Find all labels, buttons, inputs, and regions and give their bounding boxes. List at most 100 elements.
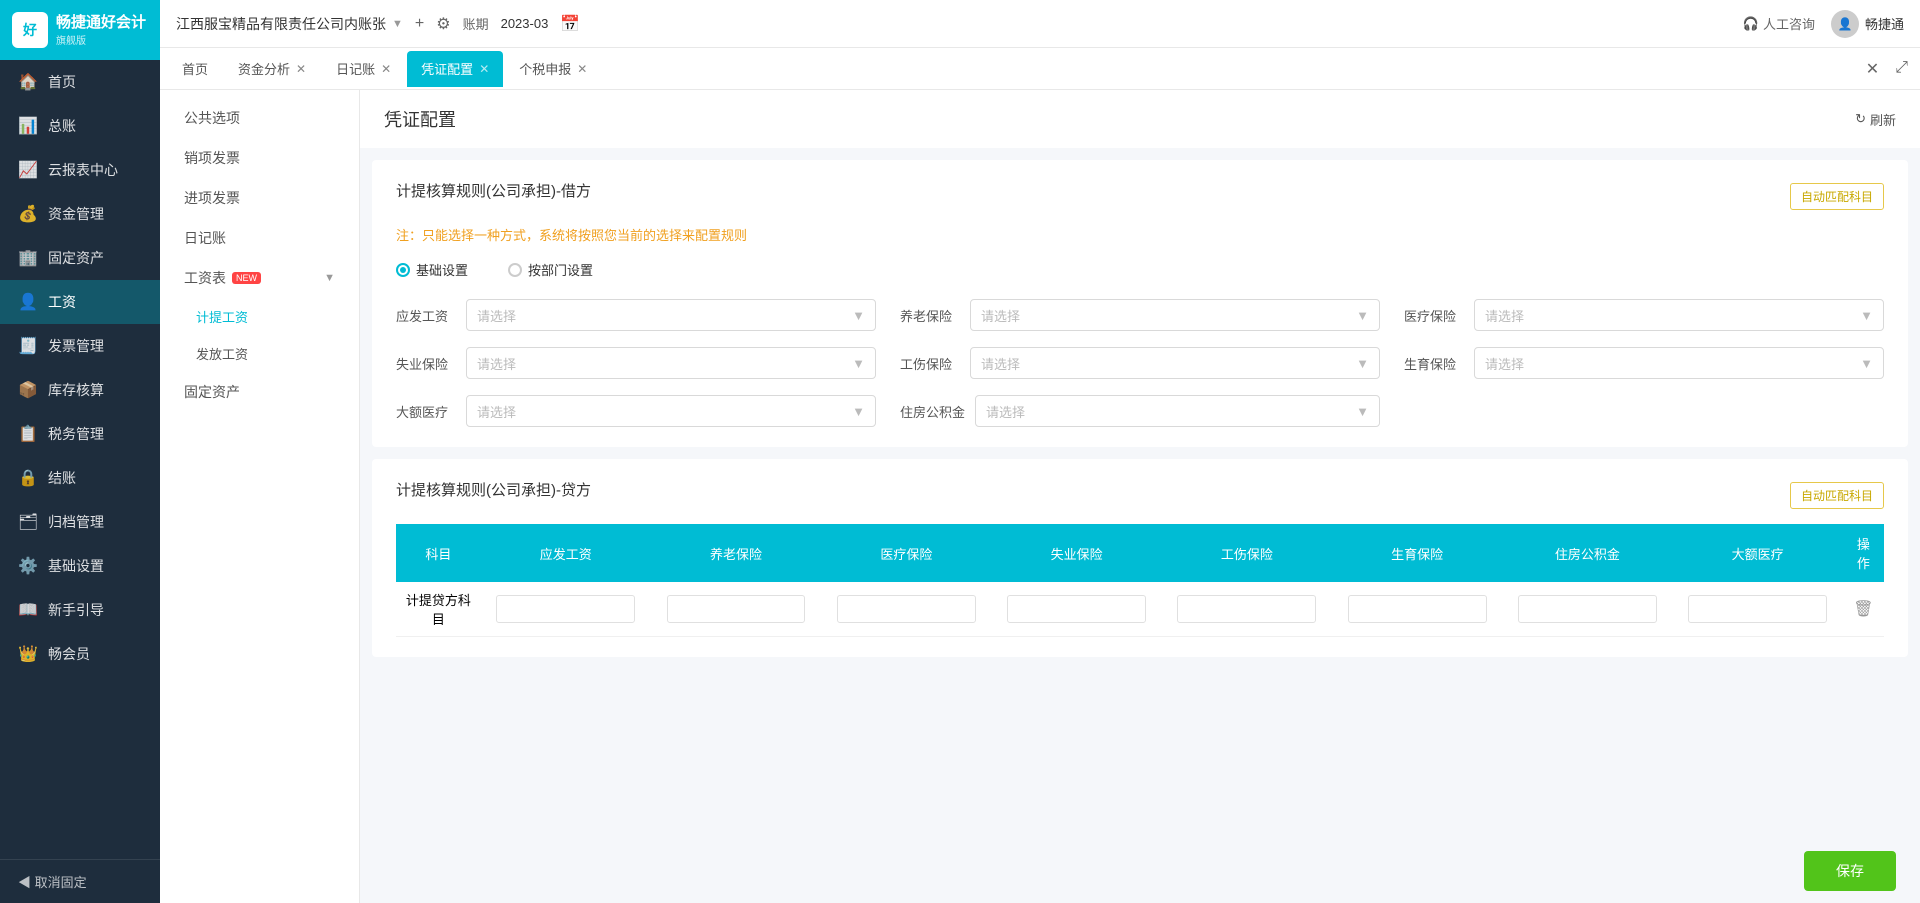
tab-tax-report-label: 个税申报: [519, 59, 571, 78]
sidebar-item-invoice[interactable]: 🧾 发票管理: [0, 324, 160, 368]
panel-item-sales-invoice[interactable]: 销项发票: [160, 138, 359, 178]
sidebar-item-label: 基础设置: [48, 556, 104, 576]
tab-voucher-config[interactable]: 凭证配置 ✕: [407, 51, 503, 87]
sidebar-item-tax[interactable]: 📋 税务管理: [0, 412, 160, 456]
panel-sub-item-pay-salary[interactable]: 发放工资: [160, 335, 359, 372]
cancel-fixed-label: ◀ 取消固定: [18, 872, 87, 891]
chevron-down-icon: ▼: [1860, 356, 1873, 371]
cell-input-unemployment[interactable]: [1007, 595, 1146, 623]
company-selector[interactable]: 江西服宝精品有限责任公司内账张 ▼: [176, 14, 403, 34]
tab-home[interactable]: 首页: [168, 51, 222, 87]
cell-housing-fund[interactable]: [1502, 582, 1672, 637]
medical-select[interactable]: 请选择 ▼: [1474, 299, 1884, 331]
archive-icon: 🗂: [18, 512, 38, 532]
avatar: 👤: [1831, 10, 1859, 38]
panel-item-salary-table[interactable]: 工资表 NEW ▼: [160, 258, 359, 298]
cell-input-apply-salary[interactable]: [496, 595, 635, 623]
close-tab-fund[interactable]: ✕: [296, 62, 306, 76]
pension-select[interactable]: 请选择 ▼: [970, 299, 1380, 331]
calendar-icon[interactable]: 📅: [560, 14, 580, 34]
cell-maternity[interactable]: [1332, 582, 1502, 637]
tab-journal[interactable]: 日记账 ✕: [322, 51, 405, 87]
placeholder-text: 请选择: [981, 306, 1020, 325]
period-value: 2023-03: [501, 16, 549, 31]
sidebar-item-fund[interactable]: 💰 资金管理: [0, 192, 160, 236]
panel-item-journal[interactable]: 日记账: [160, 218, 359, 258]
unemployment-select[interactable]: 请选择 ▼: [466, 347, 876, 379]
cell-input-large-medical[interactable]: [1688, 595, 1827, 623]
refresh-button[interactable]: ↻ 刷新: [1855, 110, 1896, 129]
sidebar-item-settings[interactable]: ⚙️ 基础设置: [0, 544, 160, 588]
field-label: 大额医疗: [396, 402, 456, 421]
radio-basic[interactable]: 基础设置: [396, 260, 468, 279]
tab-voucher-config-label: 凭证配置: [421, 59, 473, 78]
sidebar-item-label: 税务管理: [48, 424, 104, 444]
sidebar-item-archive[interactable]: 🗂 归档管理: [0, 500, 160, 544]
work-injury-select[interactable]: 请选择 ▼: [970, 347, 1380, 379]
settings-icon[interactable]: ⚙: [436, 14, 450, 34]
field-label: 生育保险: [1404, 354, 1464, 373]
sidebar-item-member[interactable]: 👑 畅会员: [0, 632, 160, 676]
auto-match-button-2[interactable]: 自动匹配科目: [1790, 482, 1884, 509]
sidebar-item-salary[interactable]: 👤 工资: [0, 280, 160, 324]
sidebar-item-guide[interactable]: 📖 新手引导: [0, 588, 160, 632]
housing-fund-select[interactable]: 请选择 ▼: [975, 395, 1380, 427]
user-area[interactable]: 👤 畅捷通: [1831, 10, 1904, 38]
chevron-down-icon: ▼: [852, 404, 865, 419]
credit-table: 科目 应发工资 养老保险 医疗保险 失业保险 工伤保险 生育保险 住房公积金 大…: [396, 524, 1884, 637]
sidebar-item-label: 库存核算: [48, 380, 104, 400]
cancel-fixed-button[interactable]: ◀ 取消固定: [0, 859, 160, 903]
sidebar-item-assets[interactable]: 🏢 固定资产: [0, 236, 160, 280]
cell-input-medical[interactable]: [837, 595, 976, 623]
radio-by-dept[interactable]: 按部门设置: [508, 260, 593, 279]
panel-item-label: 工资表: [184, 268, 226, 288]
field-label: 医疗保险: [1404, 306, 1464, 325]
panel-item-public[interactable]: 公共选项: [160, 98, 359, 138]
cell-pension[interactable]: [651, 582, 821, 637]
row-label: 计提贷方科目: [396, 582, 481, 637]
chevron-down-icon: ▼: [1356, 356, 1369, 371]
section1-title: 计提核算规则(公司承担)-借方: [396, 180, 591, 201]
tab-fund[interactable]: 资金分析 ✕: [224, 51, 320, 87]
panel-sub-item-advance-salary[interactable]: 计提工资: [160, 298, 359, 335]
cell-work-injury[interactable]: [1162, 582, 1332, 637]
field-maternity: 生育保险 请选择 ▼: [1404, 347, 1884, 379]
close-tab-tax-report[interactable]: ✕: [577, 62, 587, 76]
delete-row-button[interactable]: 🗑: [1853, 601, 1873, 618]
panel-item-purchase-invoice[interactable]: 进项发票: [160, 178, 359, 218]
apply-salary-select[interactable]: 请选择 ▼: [466, 299, 876, 331]
sidebar-item-home[interactable]: 🏠 首页: [0, 60, 160, 104]
close-tab-journal[interactable]: ✕: [381, 62, 391, 76]
cell-input-maternity[interactable]: [1348, 595, 1487, 623]
cell-large-medical[interactable]: [1673, 582, 1843, 637]
add-tab-button[interactable]: +: [415, 15, 424, 33]
panel-item-fixed-assets[interactable]: 固定资产: [160, 372, 359, 412]
cell-apply-salary[interactable]: [481, 582, 651, 637]
cell-input-pension[interactable]: [667, 595, 806, 623]
sidebar-item-ledger[interactable]: 📊 总账: [0, 104, 160, 148]
refresh-icon: ↻: [1855, 111, 1866, 127]
sidebar-item-reports[interactable]: 📈 云报表中心: [0, 148, 160, 192]
tab-journal-label: 日记账: [336, 59, 375, 78]
tab-tax-report[interactable]: 个税申报 ✕: [505, 51, 601, 87]
cell-input-work-injury[interactable]: [1177, 595, 1316, 623]
topbar: 江西服宝精品有限责任公司内账张 ▼ + ⚙ 账期 2023-03 📅 🎧 人工咨…: [160, 0, 1920, 48]
close-all-tabs-button[interactable]: ✕: [1862, 55, 1883, 83]
cell-unemployment[interactable]: [991, 582, 1161, 637]
save-button[interactable]: 保存: [1804, 851, 1896, 891]
cell-medical[interactable]: [821, 582, 991, 637]
maternity-select[interactable]: 请选择 ▼: [1474, 347, 1884, 379]
cell-input-housing-fund[interactable]: [1518, 595, 1657, 623]
auto-match-button-1[interactable]: 自动匹配科目: [1790, 183, 1884, 210]
field-label: 失业保险: [396, 354, 456, 373]
sidebar-item-label: 新手引导: [48, 600, 104, 620]
table-row: 计提贷方科目 🗑: [396, 582, 1884, 637]
support-button[interactable]: 🎧 人工咨询: [1743, 14, 1815, 33]
close-tab-voucher-config[interactable]: ✕: [479, 62, 489, 76]
sidebar-item-close[interactable]: 🔒 结账: [0, 456, 160, 500]
form-fields: 应发工资 请选择 ▼ 养老保险 请选择 ▼ 医疗: [396, 299, 1884, 427]
large-medical-select[interactable]: 请选择 ▼: [466, 395, 876, 427]
sidebar-item-inventory[interactable]: 📦 库存核算: [0, 368, 160, 412]
expand-icon[interactable]: ⤢: [1891, 55, 1912, 83]
panel-item-label: 公共选项: [184, 108, 240, 128]
